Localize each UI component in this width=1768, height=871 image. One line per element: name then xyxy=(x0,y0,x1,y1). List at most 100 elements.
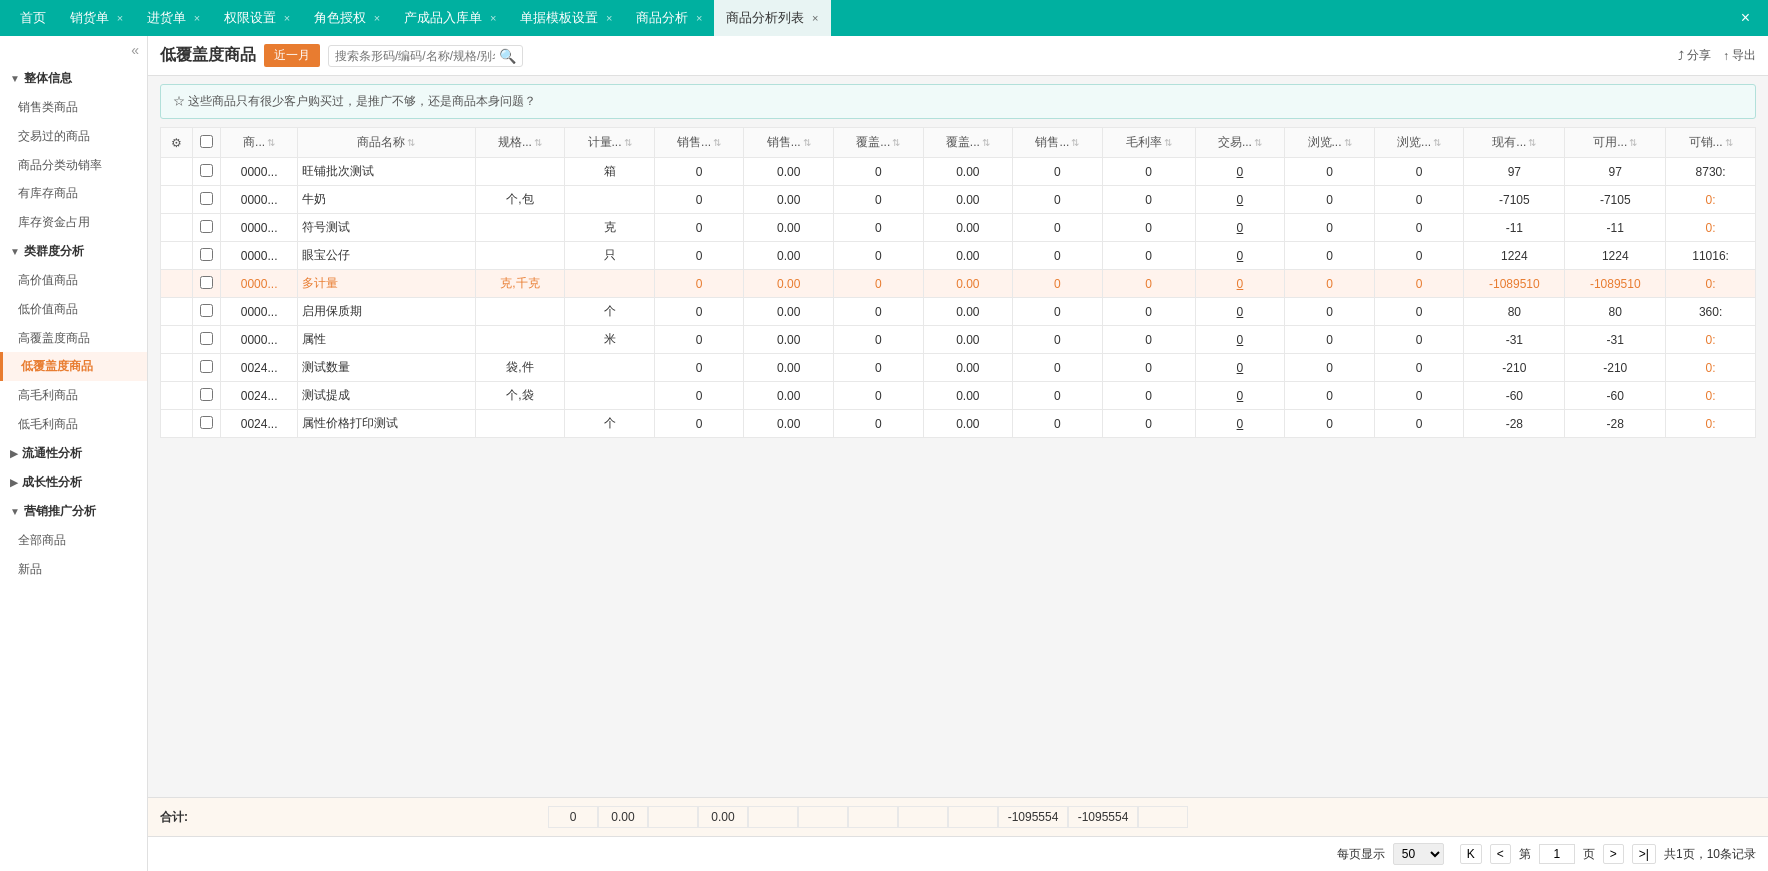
name-column-header[interactable]: 商品名称⇅ xyxy=(298,128,475,158)
per-page-select[interactable]: 50 10 20 100 xyxy=(1393,843,1444,865)
sales1-column-header[interactable]: 销售...⇅ xyxy=(654,128,744,158)
page-suffix: 页 xyxy=(1583,846,1595,863)
sidebar-group-cluster[interactable]: ▼ 类群度分析 xyxy=(0,237,147,266)
page-number-input[interactable] xyxy=(1539,844,1575,864)
close-icon[interactable]: × xyxy=(696,12,702,24)
nav-item-template[interactable]: 单据模板设置 × xyxy=(508,0,624,36)
spec-column-header[interactable]: 规格...⇅ xyxy=(475,128,565,158)
trade-column-header[interactable]: 交易...⇅ xyxy=(1195,128,1285,158)
next-page-button[interactable]: > xyxy=(1603,844,1624,864)
close-icon[interactable]: × xyxy=(490,12,496,24)
sidebar-item-sales-goods[interactable]: 销售类商品 xyxy=(0,93,147,122)
row-cover2: 0.00 xyxy=(923,354,1013,382)
sidebar-item-capital[interactable]: 库存资金占用 xyxy=(0,208,147,237)
cover2-column-header[interactable]: 覆盖...⇅ xyxy=(923,128,1013,158)
sidebar-item-low-value[interactable]: 低价值商品 xyxy=(0,295,147,324)
sidebar-item-high-coverage[interactable]: 高覆盖度商品 xyxy=(0,324,147,353)
available-column-header[interactable]: 可用...⇅ xyxy=(1565,128,1666,158)
sales3-column-header[interactable]: 销售...⇅ xyxy=(1013,128,1103,158)
close-icon[interactable]: × xyxy=(606,12,612,24)
sidebar-item-high-margin[interactable]: 高毛利商品 xyxy=(0,381,147,410)
saleable-column-header[interactable]: 可销...⇅ xyxy=(1666,128,1756,158)
row-browse2: 0 xyxy=(1374,158,1464,186)
row-checkbox[interactable] xyxy=(193,298,221,326)
sidebar-item-new-goods[interactable]: 新品 xyxy=(0,555,147,584)
row-spec xyxy=(475,242,565,270)
row-cover1: 0 xyxy=(833,214,923,242)
row-checkbox[interactable] xyxy=(193,242,221,270)
row-current: -60 xyxy=(1464,382,1565,410)
sidebar-item-stock-goods[interactable]: 有库存商品 xyxy=(0,179,147,208)
unit-column-header[interactable]: 计量...⇅ xyxy=(565,128,655,158)
sidebar-item-low-margin[interactable]: 低毛利商品 xyxy=(0,410,147,439)
row-checkbox[interactable] xyxy=(193,158,221,186)
close-icon[interactable]: × xyxy=(812,12,818,24)
sidebar-item-traded-goods[interactable]: 交易过的商品 xyxy=(0,122,147,151)
browse2-column-header[interactable]: 浏览...⇅ xyxy=(1374,128,1464,158)
sidebar-item-low-coverage[interactable]: 低覆盖度商品 xyxy=(0,352,147,381)
search-icon[interactable]: 🔍 xyxy=(499,48,516,64)
row-browse2: 0 xyxy=(1374,298,1464,326)
margin-column-header[interactable]: 毛利率⇅ xyxy=(1102,128,1195,158)
nav-right: × xyxy=(1731,9,1760,27)
row-trade: 0 xyxy=(1195,270,1285,298)
sidebar-group-marketing[interactable]: ▼ 营销推广分析 xyxy=(0,497,147,526)
sales2-column-header[interactable]: 销售...⇅ xyxy=(744,128,834,158)
row-sales3: 0 xyxy=(1013,242,1103,270)
close-icon[interactable]: × xyxy=(194,12,200,24)
nav-item-analysis[interactable]: 商品分析 × xyxy=(624,0,714,36)
nav-item-permission[interactable]: 权限设置 × xyxy=(212,0,302,36)
row-name: 测试数量 xyxy=(298,354,475,382)
nav-item-purchase[interactable]: 进货单 × xyxy=(135,0,212,36)
sidebar-collapse-button[interactable]: « xyxy=(0,36,147,64)
window-close-button[interactable]: × xyxy=(1731,9,1760,26)
close-icon[interactable]: × xyxy=(117,12,123,24)
last-page-button[interactable]: >| xyxy=(1632,844,1656,864)
row-cover2: 0.00 xyxy=(923,270,1013,298)
nav-item-analysis-list[interactable]: 商品分析列表 × xyxy=(714,0,830,36)
prev-page-button[interactable]: < xyxy=(1490,844,1511,864)
settings-column-header[interactable]: ⚙ xyxy=(161,128,193,158)
row-settings xyxy=(161,326,193,354)
cover1-column-header[interactable]: 覆盖...⇅ xyxy=(833,128,923,158)
total-sales1: 0 xyxy=(548,806,598,828)
date-filter-button[interactable]: 近一月 xyxy=(264,44,320,67)
nav-item-home[interactable]: 首页 xyxy=(8,0,58,36)
sidebar-item-high-value[interactable]: 高价值商品 xyxy=(0,266,147,295)
chevron-down-icon: ▼ xyxy=(10,73,20,84)
sidebar-item-all-goods[interactable]: 全部商品 xyxy=(0,526,147,555)
nav-item-role[interactable]: 角色授权 × xyxy=(302,0,392,36)
sidebar-group-overall[interactable]: ▼ 整体信息 xyxy=(0,64,147,93)
current-column-header[interactable]: 现有...⇅ xyxy=(1464,128,1565,158)
sidebar-item-category-rate[interactable]: 商品分类动销率 xyxy=(0,151,147,180)
row-sales2: 0.00 xyxy=(744,270,834,298)
row-settings xyxy=(161,382,193,410)
row-checkbox[interactable] xyxy=(193,354,221,382)
first-page-button[interactable]: K xyxy=(1460,844,1482,864)
row-checkbox[interactable] xyxy=(193,326,221,354)
row-available: -28 xyxy=(1565,410,1666,438)
select-all-checkbox[interactable] xyxy=(200,135,213,148)
row-sales1: 0 xyxy=(654,270,744,298)
search-input[interactable] xyxy=(335,49,495,63)
row-margin: 0 xyxy=(1102,270,1195,298)
row-sales1: 0 xyxy=(654,214,744,242)
close-icon[interactable]: × xyxy=(284,12,290,24)
share-button[interactable]: ⤴ 分享 xyxy=(1678,47,1711,64)
browse1-column-header[interactable]: 浏览...⇅ xyxy=(1285,128,1375,158)
nav-item-sales[interactable]: 销货单 × xyxy=(58,0,135,36)
sidebar-group-growth[interactable]: ▶ 成长性分析 xyxy=(0,468,147,497)
row-checkbox[interactable] xyxy=(193,270,221,298)
nav-item-production[interactable]: 产成品入库单 × xyxy=(392,0,508,36)
row-trade: 0 xyxy=(1195,410,1285,438)
sidebar-group-liquidity[interactable]: ▶ 流通性分析 xyxy=(0,439,147,468)
row-checkbox[interactable] xyxy=(193,410,221,438)
row-checkbox[interactable] xyxy=(193,382,221,410)
export-button[interactable]: ↑ 导出 xyxy=(1723,47,1756,64)
row-browse1: 0 xyxy=(1285,410,1375,438)
row-checkbox[interactable] xyxy=(193,214,221,242)
row-settings xyxy=(161,270,193,298)
code-column-header[interactable]: 商...⇅ xyxy=(221,128,298,158)
close-icon[interactable]: × xyxy=(374,12,380,24)
row-checkbox[interactable] xyxy=(193,186,221,214)
